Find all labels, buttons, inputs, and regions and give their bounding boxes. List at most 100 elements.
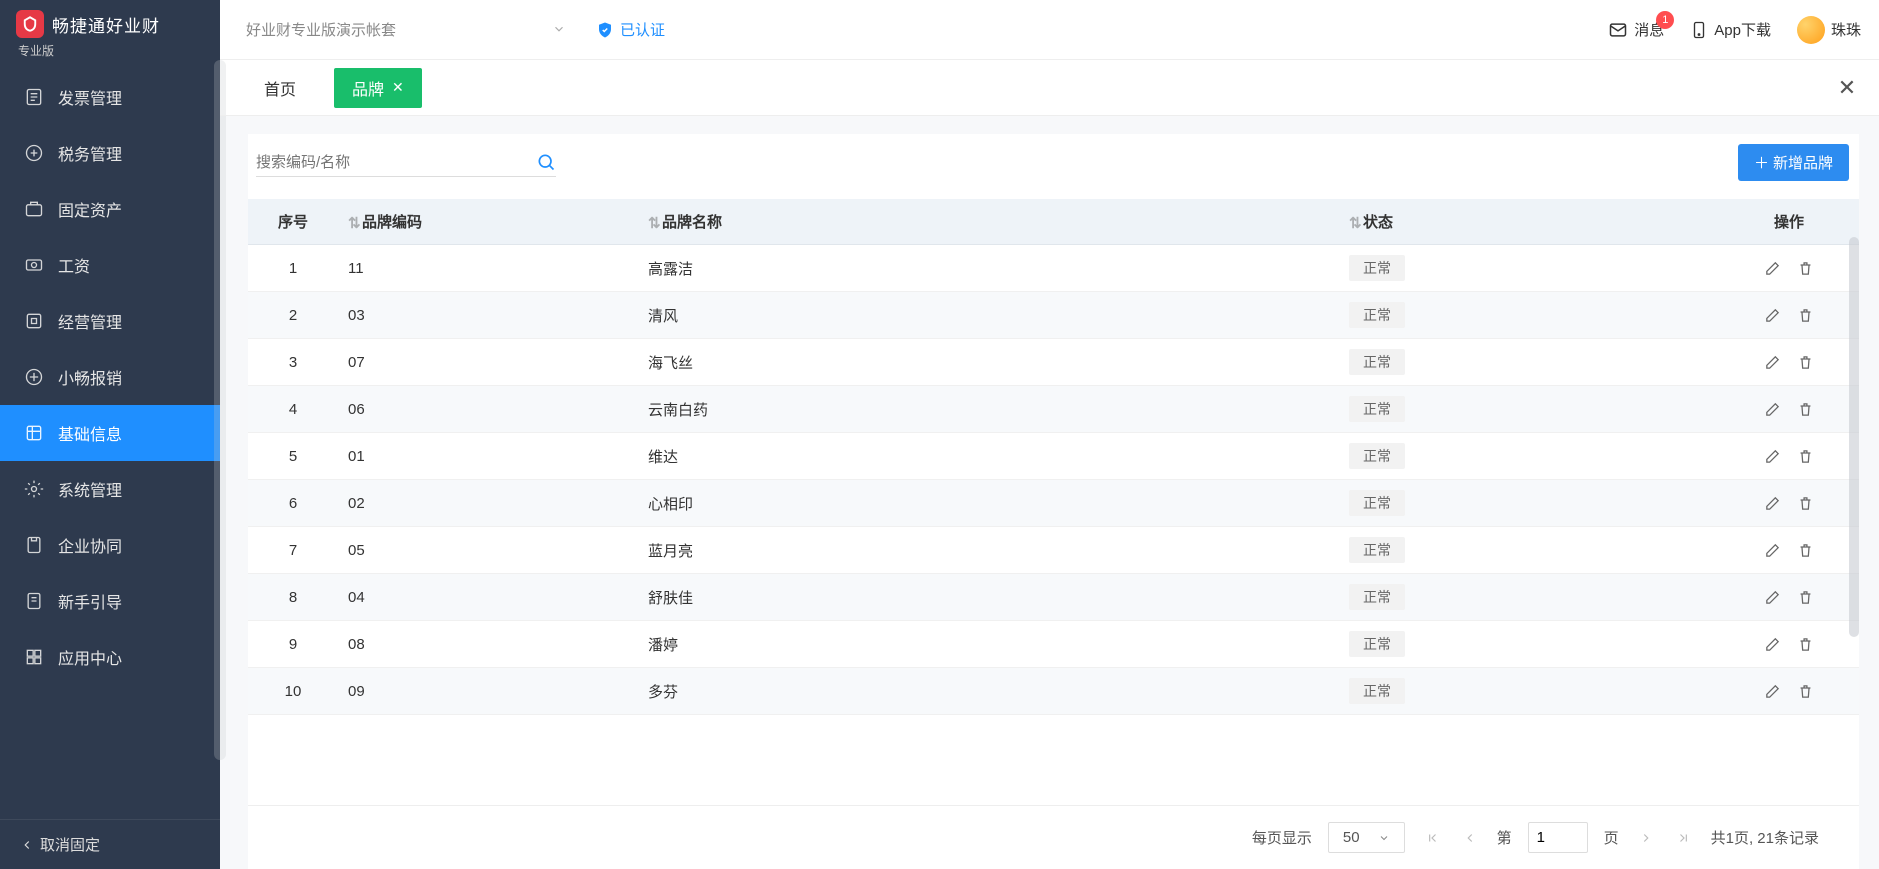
cell-code: 06 (338, 386, 638, 433)
th-ops: 操作 (1719, 199, 1859, 245)
delete-button[interactable] (1797, 448, 1814, 465)
tax-icon (24, 143, 44, 163)
table-row[interactable]: 501维达正常 (248, 433, 1859, 480)
sidebar-item-label: 税务管理 (58, 141, 122, 165)
edit-button[interactable] (1764, 636, 1781, 653)
edit-button[interactable] (1764, 683, 1781, 700)
prev-page-button[interactable] (1459, 827, 1481, 849)
delete-button[interactable] (1797, 260, 1814, 277)
delete-button[interactable] (1797, 542, 1814, 559)
cell-name: 清风 (638, 292, 1339, 339)
tab-home[interactable]: 首页 (246, 68, 314, 108)
delete-button[interactable] (1797, 683, 1814, 700)
delete-button[interactable] (1797, 495, 1814, 512)
sidebar-scrollbar[interactable] (214, 60, 226, 760)
chevron-down-icon (1378, 832, 1390, 844)
th-seq[interactable]: 序号 (248, 199, 338, 245)
sidebar-item-apps[interactable]: 应用中心 (0, 629, 220, 685)
table-scrollbar[interactable] (1849, 237, 1859, 637)
system-icon (24, 479, 44, 499)
close-all-tabs[interactable]: ✕ (1831, 72, 1863, 104)
cell-status: 正常 (1339, 245, 1719, 292)
search-box[interactable] (256, 148, 556, 177)
edit-button[interactable] (1764, 307, 1781, 324)
toolbar: ＋ 新增品牌 (248, 134, 1859, 199)
sidebar-item-base[interactable]: 基础信息 (0, 405, 220, 461)
sidebar-item-asset[interactable]: 固定资产 (0, 181, 220, 237)
search-icon[interactable] (536, 152, 556, 172)
sidebar-item-guide[interactable]: 新手引导 (0, 573, 220, 629)
app-download-label: App下载 (1714, 19, 1771, 40)
delete-button[interactable] (1797, 636, 1814, 653)
page-input[interactable] (1528, 822, 1588, 853)
table-row[interactable]: 307海飞丝正常 (248, 339, 1859, 386)
cell-seq: 10 (248, 668, 338, 715)
cell-seq: 4 (248, 386, 338, 433)
user-menu[interactable]: 珠珠 (1797, 16, 1861, 44)
app-name: 畅捷通好业财 (52, 12, 160, 37)
cell-name: 维达 (638, 433, 1339, 480)
messages-button[interactable]: 消息 1 (1608, 19, 1664, 40)
cell-seq: 2 (248, 292, 338, 339)
search-input[interactable] (256, 154, 528, 171)
main-area: 好业财专业版演示帐套 已认证 消息 1 (220, 0, 1879, 869)
table-row[interactable]: 602心相印正常 (248, 480, 1859, 527)
sidebar-item-tax[interactable]: 税务管理 (0, 125, 220, 181)
edit-button[interactable] (1764, 495, 1781, 512)
sidebar-item-system[interactable]: 系统管理 (0, 461, 220, 517)
shield-icon (596, 20, 614, 40)
sidebar-item-expense[interactable]: 小畅报销 (0, 349, 220, 405)
edit-button[interactable] (1764, 589, 1781, 606)
table-row[interactable]: 406云南白药正常 (248, 386, 1859, 433)
delete-button[interactable] (1797, 307, 1814, 324)
per-page-select[interactable]: 50 (1328, 822, 1405, 853)
last-page-button[interactable] (1673, 827, 1695, 849)
edit-button[interactable] (1764, 354, 1781, 371)
message-icon (1608, 20, 1628, 40)
edit-button[interactable] (1764, 448, 1781, 465)
edit-button[interactable] (1764, 260, 1781, 277)
cell-code: 09 (338, 668, 638, 715)
topbar-actions: 消息 1 App下载 珠珠 (1608, 16, 1869, 44)
salary-icon (24, 255, 44, 275)
table-row[interactable]: 1009多芬正常 (248, 668, 1859, 715)
sidebar-item-salary[interactable]: 工资 (0, 237, 220, 293)
add-brand-label: 新增品牌 (1773, 152, 1833, 173)
delete-button[interactable] (1797, 401, 1814, 418)
cell-code: 11 (338, 245, 638, 292)
table-row[interactable]: 705蓝月亮正常 (248, 527, 1859, 574)
sidebar-item-invoice[interactable]: 发票管理 (0, 69, 220, 125)
sidebar-item-biz[interactable]: 经营管理 (0, 293, 220, 349)
th-status[interactable]: ⇅状态 (1339, 199, 1719, 245)
tab-close-icon[interactable]: ✕ (392, 79, 404, 96)
sidebar-item-label: 企业协同 (58, 533, 122, 557)
first-page-button[interactable] (1421, 827, 1443, 849)
next-page-button[interactable] (1635, 827, 1657, 849)
user-name: 珠珠 (1831, 19, 1861, 40)
sidebar-nav: 发票管理税务管理固定资产工资经营管理小畅报销基础信息系统管理企业协同新手引导应用… (0, 69, 220, 819)
table-row[interactable]: 111高露洁正常 (248, 245, 1859, 292)
app-download-button[interactable]: App下载 (1690, 19, 1771, 40)
status-badge: 正常 (1349, 396, 1405, 422)
tab-brand[interactable]: 品牌 ✕ (334, 68, 422, 108)
delete-button[interactable] (1797, 589, 1814, 606)
th-name[interactable]: ⇅品牌名称 (638, 199, 1339, 245)
table-row[interactable]: 804舒肤佳正常 (248, 574, 1859, 621)
phone-icon (1690, 20, 1708, 40)
table-row[interactable]: 203清风正常 (248, 292, 1859, 339)
page-suffix: 页 (1604, 827, 1619, 848)
account-selector[interactable]: 好业财专业版演示帐套 (246, 19, 566, 41)
delete-button[interactable] (1797, 354, 1814, 371)
table-row[interactable]: 908潘婷正常 (248, 621, 1859, 668)
edit-button[interactable] (1764, 401, 1781, 418)
sidebar-unpin[interactable]: 取消固定 (0, 819, 220, 869)
edit-button[interactable] (1764, 542, 1781, 559)
add-brand-button[interactable]: ＋ 新增品牌 (1738, 144, 1849, 181)
page-summary: 共1页, 21条记录 (1711, 827, 1819, 848)
page-prefix: 第 (1497, 827, 1512, 848)
sort-icon: ⇅ (648, 214, 658, 232)
th-code[interactable]: ⇅品牌编码 (338, 199, 638, 245)
sidebar-item-label: 小畅报销 (58, 365, 122, 389)
sidebar-item-collab[interactable]: 企业协同 (0, 517, 220, 573)
cell-name: 蓝月亮 (638, 527, 1339, 574)
